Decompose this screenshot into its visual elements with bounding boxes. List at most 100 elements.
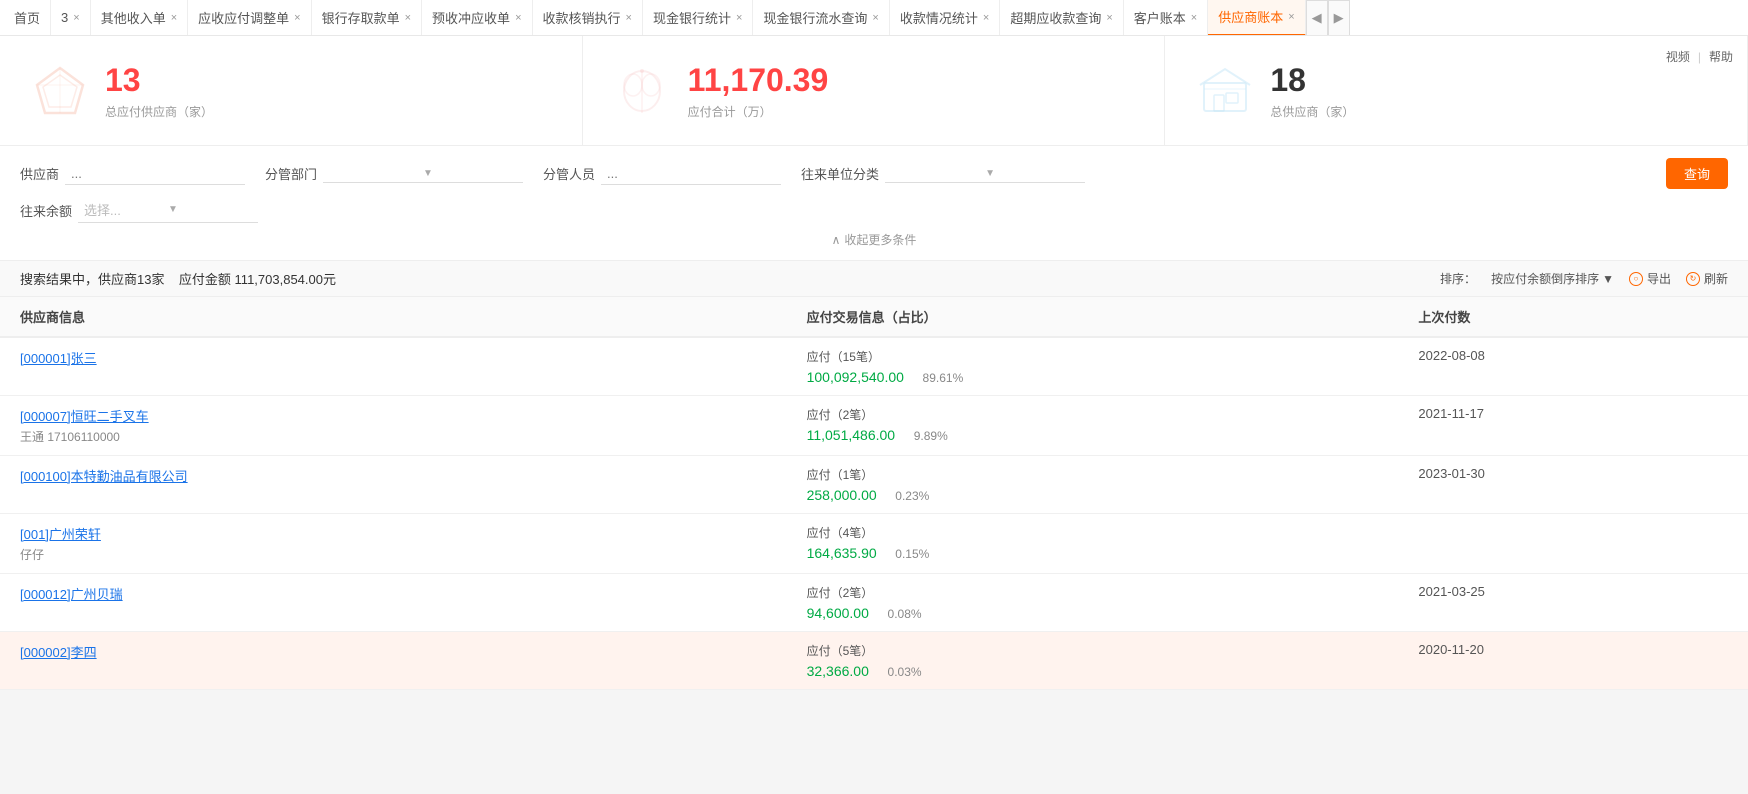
supplier-link[interactable]: [000007]恒旺二手叉车 (20, 406, 767, 425)
trans-label: 应付（5笔） (807, 642, 1379, 659)
payable-suppliers-count: 13 (105, 61, 213, 99)
balance-label: 往来余额 (20, 201, 72, 220)
trans-info-cell: 应付（1笔） 258,000.00 0.23% (787, 456, 1399, 514)
supplier-link[interactable]: [000001]张三 (20, 348, 767, 367)
table-row: [000007]恒旺二手叉车王通 17106110000 应付（2笔） 11,0… (0, 396, 1748, 456)
supplier-sub: 仔仔 (20, 546, 767, 563)
total-suppliers-text: 18 总供应商（家） (1270, 61, 1354, 120)
category-select[interactable]: ▼ (885, 165, 1085, 183)
amount-value: 11,051,486.00 (807, 427, 896, 443)
result-bar: 搜索结果中，供应商13家 应付金额 111,703,854.00元 排序： 按应… (0, 261, 1748, 297)
nav-tab-cash-bank-flow[interactable]: 现金银行流水查询 × (753, 0, 889, 36)
nav-tab-cash-bank-stats[interactable]: 现金银行统计 × (643, 0, 753, 36)
chevron-down-icon: ▼ (423, 168, 517, 179)
wheat-icon (613, 61, 673, 121)
export-icon: ○ (1629, 272, 1643, 286)
percent-value: 0.15% (895, 547, 929, 561)
supplier-link[interactable]: [000002]李四 (20, 642, 767, 661)
close-icon[interactable]: × (515, 12, 521, 24)
supplier-link[interactable]: [001]广州荣轩 (20, 524, 767, 543)
last-pay-date: 2021-03-25 (1418, 584, 1485, 599)
top-right-links: 视频 | 帮助 (1666, 48, 1733, 65)
nav-tab-ar-ap-adjust[interactable]: 应收应付调整单 × (188, 0, 311, 36)
nav-tab-other-income[interactable]: 其他收入单 × (91, 0, 188, 36)
close-icon[interactable]: × (1106, 12, 1112, 24)
supplier-link[interactable]: [000012]广州贝瑞 (20, 584, 767, 603)
summary-item-payable-total: 11,170.39 应付合计（万） (583, 36, 1166, 145)
person-label: 分管人员 (543, 164, 595, 183)
supplier-info-cell: [000007]恒旺二手叉车王通 17106110000 (0, 396, 787, 456)
video-link[interactable]: 视频 (1666, 48, 1690, 65)
close-icon[interactable]: × (171, 12, 177, 24)
supplier-input[interactable] (65, 163, 245, 185)
last-pay-cell: 2021-11-17 (1398, 396, 1748, 456)
query-button[interactable]: 查询 (1666, 158, 1728, 189)
total-suppliers-label: 总供应商（家） (1270, 103, 1354, 120)
sort-select[interactable]: 按应付余额倒序排序 ▼ (1491, 270, 1614, 287)
close-icon[interactable]: × (294, 12, 300, 24)
trans-info-cell: 应付（2笔） 94,600.00 0.08% (787, 574, 1399, 632)
supplier-info-cell: [000001]张三 (0, 337, 787, 396)
nav-tab-bank-deposit[interactable]: 银行存取款单 × (312, 0, 422, 36)
trans-info-cell: 应付（5笔） 32,366.00 0.03% (787, 632, 1399, 690)
close-icon[interactable]: × (983, 12, 989, 24)
trans-info-cell: 应付（4笔） 164,635.90 0.15% (787, 514, 1399, 574)
nav-tab-3[interactable]: 3 × (51, 0, 91, 36)
nav-tab-customer-ledger[interactable]: 客户账本 × (1124, 0, 1208, 36)
export-button[interactable]: ○ 导出 (1629, 270, 1671, 287)
nav-tab-home[interactable]: 首页 (4, 0, 51, 36)
filter-balance: 往来余额 选择... ▼ (20, 197, 258, 223)
supplier-sub: 王通 17106110000 (20, 428, 767, 445)
close-icon[interactable]: × (1191, 12, 1197, 24)
help-link[interactable]: 帮助 (1709, 48, 1733, 65)
supplier-link[interactable]: [000100]本特勤油品有限公司 (20, 466, 767, 485)
last-pay-date: 2021-11-17 (1418, 406, 1484, 421)
close-icon[interactable]: × (73, 12, 79, 24)
person-input[interactable] (601, 163, 781, 185)
col-trans-info: 应付交易信息（占比） (787, 297, 1399, 337)
summary-item-total-suppliers: 18 总供应商（家） (1165, 36, 1748, 145)
payable-suppliers-text: 13 总应付供应商（家） (105, 61, 213, 120)
refresh-button[interactable]: ↻ 刷新 (1686, 270, 1728, 287)
close-icon[interactable]: × (1288, 11, 1294, 23)
diamond-icon (30, 61, 90, 121)
trans-label: 应付（1笔） (807, 466, 1379, 483)
summary-item-payable-suppliers: 13 总应付供应商（家） (0, 36, 583, 145)
filter-area: 供应商 分管部门 ▼ 分管人员 往来单位分类 ▼ 查询 往来余额 选择 (0, 146, 1748, 261)
collapse-button[interactable]: ∧ 收起更多条件 (20, 231, 1728, 248)
close-icon[interactable]: × (736, 12, 742, 24)
close-icon[interactable]: × (872, 12, 878, 24)
nav-right-arrow[interactable]: ▶ (1328, 0, 1350, 36)
filter-dept: 分管部门 ▼ (265, 164, 523, 183)
result-actions: 排序： 按应付余额倒序排序 ▼ ○ 导出 ↻ 刷新 (1440, 270, 1728, 287)
balance-select[interactable]: 选择... ▼ (78, 197, 258, 223)
close-icon[interactable]: × (405, 12, 411, 24)
table-row: [000012]广州贝瑞 应付（2笔） 94,600.00 0.08% 2021… (0, 574, 1748, 632)
percent-value: 89.61% (923, 371, 964, 385)
percent-value: 9.89% (914, 429, 948, 443)
supplier-info-cell: [000100]本特勤油品有限公司 (0, 456, 787, 514)
payable-total-amount: 11,170.39 (688, 61, 829, 99)
nav-tab-collection-exec[interactable]: 收款核销执行 × (533, 0, 643, 36)
table-wrapper: 供应商信息 应付交易信息（占比） 上次付数 [000001]张三 应付（15笔）… (0, 297, 1748, 690)
nav-tab-prepay-offset[interactable]: 预收冲应收单 × (422, 0, 532, 36)
trans-info-cell: 应付（15笔） 100,092,540.00 89.61% (787, 337, 1399, 396)
dept-select[interactable]: ▼ (323, 165, 523, 183)
close-icon[interactable]: × (626, 12, 632, 24)
chevron-down-icon: ▼ (1602, 272, 1614, 286)
nav-tab-supplier-ledger[interactable]: 供应商账本 × (1208, 0, 1305, 36)
nav-left-arrow[interactable]: ◀ (1306, 0, 1328, 36)
trans-label: 应付（2笔） (807, 584, 1379, 601)
table-row: [001]广州荣轩仔仔 应付（4笔） 164,635.90 0.15% (0, 514, 1748, 574)
filter-person: 分管人员 (543, 163, 781, 185)
chevron-down-icon: ▼ (985, 168, 1079, 179)
nav-tab-collection-stats[interactable]: 收款情况统计 × (890, 0, 1000, 36)
col-last-pay: 上次付数 (1398, 297, 1748, 337)
amount-value: 100,092,540.00 (807, 369, 904, 385)
nav-tab-overdue-ar[interactable]: 超期应收款查询 × (1000, 0, 1123, 36)
amount-value: 164,635.90 (807, 545, 877, 561)
last-pay-date: 2020-11-20 (1418, 642, 1484, 657)
last-pay-cell: 2023-01-30 (1398, 456, 1748, 514)
last-pay-cell: 2020-11-20 (1398, 632, 1748, 690)
top-navigation: 首页 3 × 其他收入单 × 应收应付调整单 × 银行存取款单 × 预收冲应收单… (0, 0, 1748, 36)
